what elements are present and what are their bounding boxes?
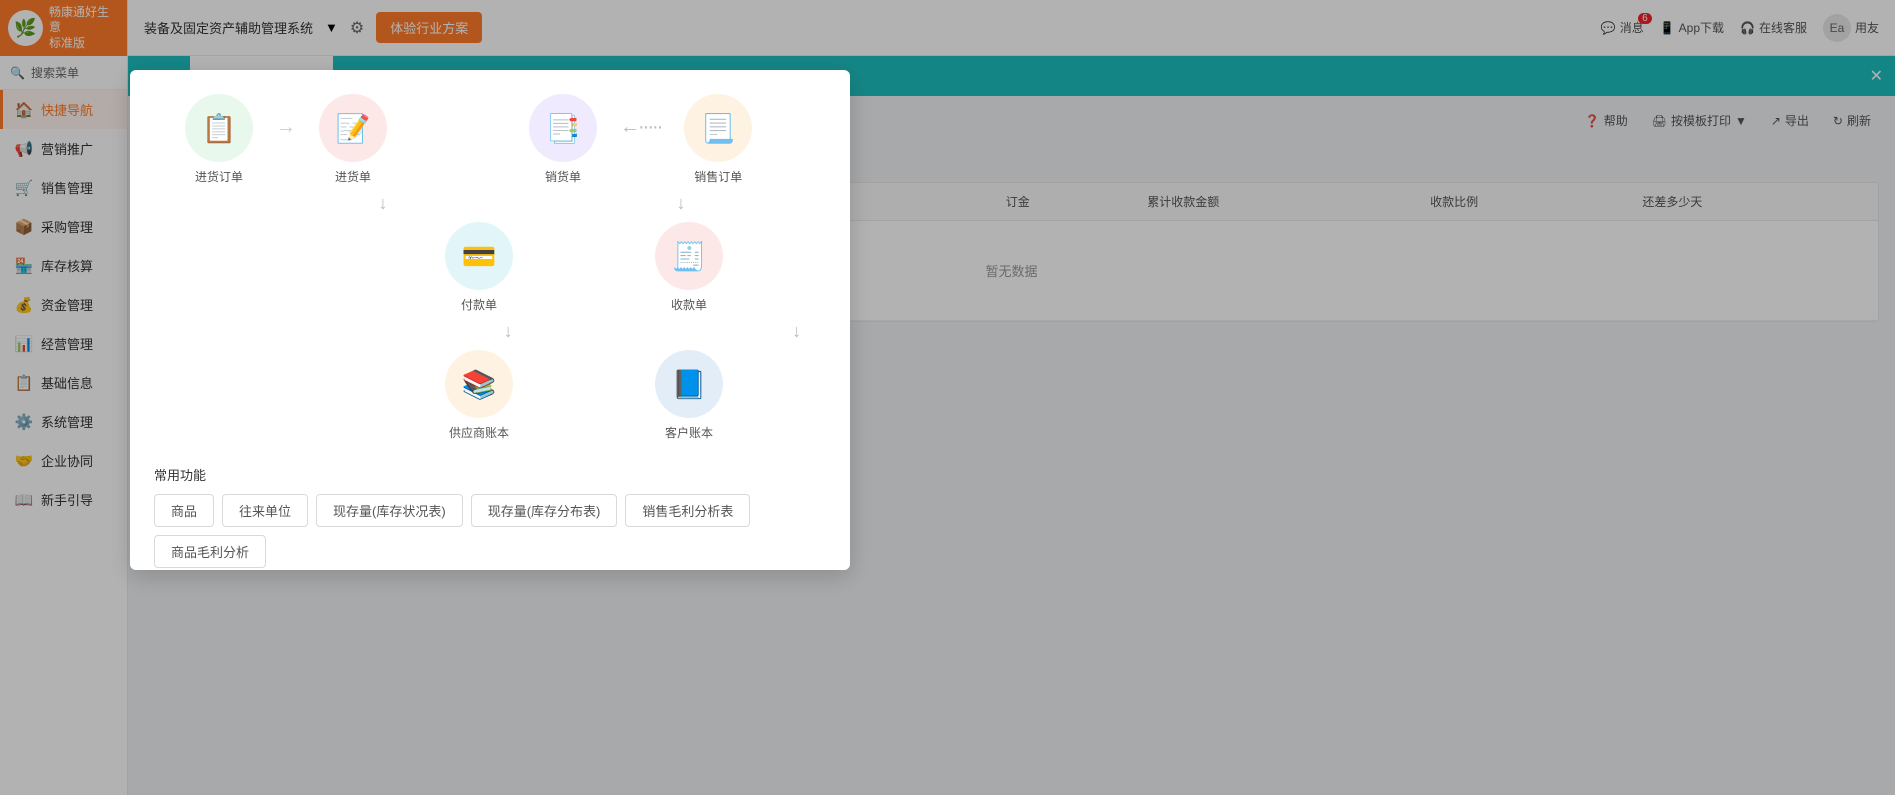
- purchase-order-label: 进货订单: [195, 168, 243, 185]
- btn-stock-status[interactable]: 现存量(库存状况表): [316, 494, 463, 527]
- purchase-bill-label: 进货单: [335, 168, 371, 185]
- flow-row-3: 📚 供应商账本 📘 客户账本: [154, 350, 826, 441]
- sale-order-label: 销售订单: [694, 168, 742, 185]
- common-title: 常用功能: [154, 465, 826, 484]
- sale-bill-circle: 📑: [529, 94, 597, 162]
- flow-item-sale-bill: 📑 销货单: [498, 94, 628, 185]
- flow-item-purchase-bill: 📝 进货单: [288, 94, 418, 185]
- payment-bill-circle: 💳: [445, 222, 513, 290]
- flow-section: 📋 进货订单 → 📝 进货单 📑 销货单 ←·····: [154, 94, 826, 449]
- flow-row-1: 📋 进货订单 → 📝 进货单 📑 销货单 ←·····: [154, 94, 826, 185]
- flow-arrows-down: ↓ ↓: [154, 193, 826, 214]
- common-functions: 常用功能 商品 往来单位 现存量(库存状况表) 现存量(库存分布表) 销售毛利分…: [154, 465, 826, 570]
- btn-sales-margin[interactable]: 销售毛利分析表: [625, 494, 750, 527]
- flow-row-2: 💳 付款单 🧾 收款单: [154, 222, 826, 313]
- modal-overlay[interactable]: 📋 进货订单 → 📝 进货单 📑 销货单 ←·····: [0, 0, 1895, 795]
- payment-bill-label: 付款单: [461, 296, 497, 313]
- btn-partners[interactable]: 往来单位: [222, 494, 308, 527]
- supplier-book-label: 供应商账本: [449, 424, 509, 441]
- customer-book-circle: 📘: [655, 350, 723, 418]
- btn-stock-dist[interactable]: 现存量(库存分布表): [471, 494, 618, 527]
- purchase-order-circle: 📋: [185, 94, 253, 162]
- btn-goods-margin[interactable]: 商品毛利分析: [154, 535, 266, 568]
- flow-modal: 📋 进货订单 → 📝 进货单 📑 销货单 ←·····: [130, 70, 850, 570]
- flow-item-purchase-order: 📋 进货订单: [154, 94, 284, 185]
- arrow-down-receipt: ↓: [768, 321, 827, 342]
- purchase-bill-circle: 📝: [319, 94, 387, 162]
- arrow-down-payment: ↓: [479, 321, 538, 342]
- receipt-bill-circle: 🧾: [655, 222, 723, 290]
- supplier-book-circle: 📚: [445, 350, 513, 418]
- flow-arrows-down-2: ↓ ↓: [154, 321, 826, 342]
- flow-item-supplier-book: 📚 供应商账本: [414, 350, 544, 441]
- common-buttons-row: 商品 往来单位 现存量(库存状况表) 现存量(库存分布表) 销售毛利分析表 商品…: [154, 494, 826, 568]
- flow-item-customer-book: 📘 客户账本: [624, 350, 754, 441]
- flow-item-sale-order: 📃 销售订单: [653, 94, 783, 185]
- arrow-down-sale: ↓: [647, 193, 715, 214]
- flow-item-payment-bill: 💳 付款单: [414, 222, 544, 313]
- receipt-bill-label: 收款单: [671, 296, 707, 313]
- sale-order-circle: 📃: [684, 94, 752, 162]
- sale-bill-label: 销货单: [545, 168, 581, 185]
- arrow-down-purchase: ↓: [349, 193, 417, 214]
- flow-item-receipt-bill: 🧾 收款单: [624, 222, 754, 313]
- btn-goods[interactable]: 商品: [154, 494, 214, 527]
- customer-book-label: 客户账本: [665, 424, 713, 441]
